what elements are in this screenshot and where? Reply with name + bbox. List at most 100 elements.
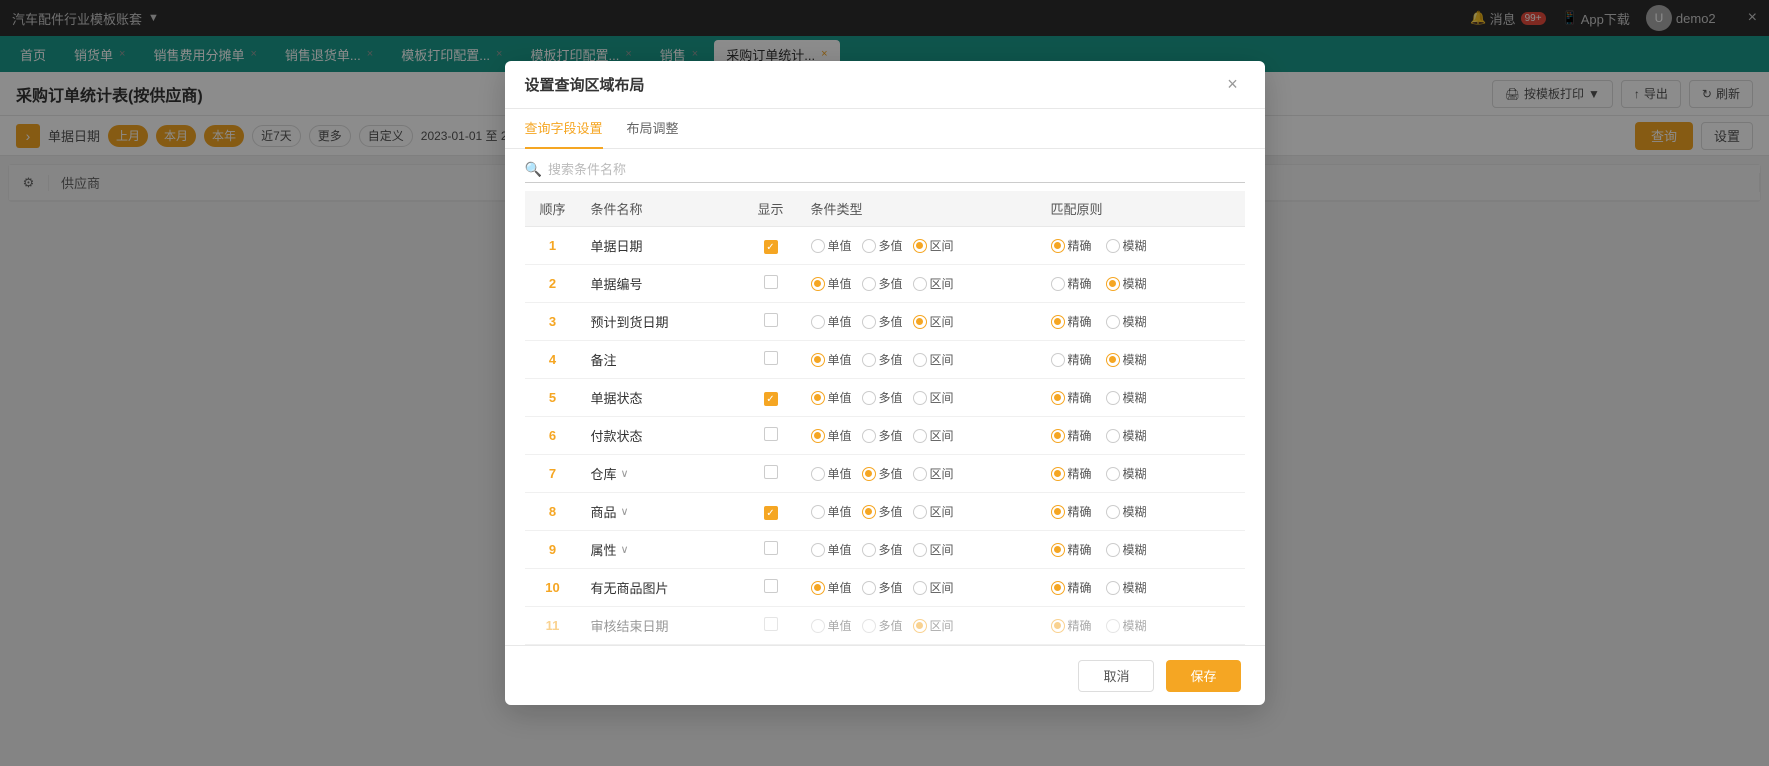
display-checkbox[interactable] bbox=[764, 275, 778, 289]
radio-type-type_range[interactable]: 区间 bbox=[913, 427, 954, 444]
display-checkbox[interactable] bbox=[764, 427, 778, 441]
radio-type-type_range[interactable]: 区间 bbox=[913, 541, 954, 558]
radio-type-type_multi[interactable]: 多值 bbox=[862, 617, 903, 634]
radio-label: 多值 bbox=[879, 465, 903, 482]
cell-display[interactable] bbox=[741, 227, 801, 265]
cell-display[interactable] bbox=[741, 379, 801, 417]
radio-type-type_multi[interactable]: 多值 bbox=[862, 503, 903, 520]
radio-dot bbox=[811, 315, 825, 329]
tab-layout-adjust[interactable]: 布局调整 bbox=[627, 109, 679, 149]
cell-match: 精确模糊 bbox=[1041, 227, 1245, 265]
radio-type-type_multi[interactable]: 多值 bbox=[862, 351, 903, 368]
radio-match-match_exact[interactable]: 精确 bbox=[1051, 465, 1092, 482]
radio-type-type_multi[interactable]: 多值 bbox=[862, 541, 903, 558]
radio-match-match_fuzzy[interactable]: 模糊 bbox=[1106, 389, 1147, 406]
radio-type-type_range[interactable]: 区间 bbox=[913, 313, 954, 330]
cell-display[interactable] bbox=[741, 341, 801, 379]
radio-type-type_range[interactable]: 区间 bbox=[913, 275, 954, 292]
radio-match-match_fuzzy[interactable]: 模糊 bbox=[1106, 351, 1147, 368]
radio-type-type_multi[interactable]: 多值 bbox=[862, 313, 903, 330]
radio-match-match_fuzzy[interactable]: 模糊 bbox=[1106, 237, 1147, 254]
radio-label: 区间 bbox=[930, 579, 954, 596]
cell-display[interactable] bbox=[741, 265, 801, 303]
radio-type-type_single[interactable]: 单值 bbox=[811, 503, 852, 520]
radio-type-type_range[interactable]: 区间 bbox=[913, 503, 954, 520]
radio-dot bbox=[1106, 353, 1120, 367]
radio-match-match_exact[interactable]: 精确 bbox=[1051, 351, 1092, 368]
radio-match-match_fuzzy[interactable]: 模糊 bbox=[1106, 275, 1147, 292]
radio-type-type_range[interactable]: 区间 bbox=[913, 465, 954, 482]
radio-type-type_multi[interactable]: 多值 bbox=[862, 237, 903, 254]
radio-match-match_fuzzy[interactable]: 模糊 bbox=[1106, 503, 1147, 520]
radio-match-match_exact[interactable]: 精确 bbox=[1051, 313, 1092, 330]
cancel-btn[interactable]: 取消 bbox=[1078, 660, 1154, 692]
radio-type-type_multi[interactable]: 多值 bbox=[862, 275, 903, 292]
radio-type-type_single[interactable]: 单值 bbox=[811, 617, 852, 634]
tab-field-settings[interactable]: 查询字段设置 bbox=[525, 109, 603, 149]
cell-type: 单值多值区间 bbox=[801, 341, 1041, 379]
radio-match-match_fuzzy[interactable]: 模糊 bbox=[1106, 579, 1147, 596]
radio-type-type_range[interactable]: 区间 bbox=[913, 617, 954, 634]
cell-display[interactable] bbox=[741, 417, 801, 455]
radio-type-type_range[interactable]: 区间 bbox=[913, 237, 954, 254]
radio-type-type_single[interactable]: 单值 bbox=[811, 275, 852, 292]
radio-match-match_exact[interactable]: 精确 bbox=[1051, 427, 1092, 444]
display-checkbox[interactable] bbox=[764, 351, 778, 365]
radio-match-match_exact[interactable]: 精确 bbox=[1051, 237, 1092, 254]
radio-dot bbox=[862, 239, 876, 253]
radio-match-match_fuzzy[interactable]: 模糊 bbox=[1106, 617, 1147, 634]
display-checkbox[interactable] bbox=[764, 240, 778, 254]
radio-label: 多值 bbox=[879, 427, 903, 444]
cell-display[interactable] bbox=[741, 607, 801, 645]
radio-type-type_single[interactable]: 单值 bbox=[811, 579, 852, 596]
cell-seq: 2 bbox=[525, 265, 581, 303]
radio-match-match_exact[interactable]: 精确 bbox=[1051, 503, 1092, 520]
radio-match-match_fuzzy[interactable]: 模糊 bbox=[1106, 465, 1147, 482]
radio-label: 多值 bbox=[879, 541, 903, 558]
radio-type-type_single[interactable]: 单值 bbox=[811, 541, 852, 558]
radio-match-match_exact[interactable]: 精确 bbox=[1051, 275, 1092, 292]
save-btn[interactable]: 保存 bbox=[1166, 660, 1240, 692]
radio-type-type_single[interactable]: 单值 bbox=[811, 389, 852, 406]
radio-label: 区间 bbox=[930, 503, 954, 520]
radio-type-type_single[interactable]: 单值 bbox=[811, 237, 852, 254]
radio-match-match_exact[interactable]: 精确 bbox=[1051, 617, 1092, 634]
radio-match-match_fuzzy[interactable]: 模糊 bbox=[1106, 541, 1147, 558]
search-input[interactable] bbox=[548, 162, 748, 177]
radio-match-match_exact[interactable]: 精确 bbox=[1051, 389, 1092, 406]
cell-display[interactable] bbox=[741, 303, 801, 341]
cell-display[interactable] bbox=[741, 531, 801, 569]
radio-type-type_range[interactable]: 区间 bbox=[913, 389, 954, 406]
radio-match-match_exact[interactable]: 精确 bbox=[1051, 579, 1092, 596]
display-checkbox[interactable] bbox=[764, 506, 778, 520]
radio-type-type_multi[interactable]: 多值 bbox=[862, 579, 903, 596]
cell-seq: 10 bbox=[525, 569, 581, 607]
radio-label: 单值 bbox=[828, 389, 852, 406]
radio-type-type_single[interactable]: 单值 bbox=[811, 313, 852, 330]
radio-type-type_multi[interactable]: 多值 bbox=[862, 465, 903, 482]
display-checkbox[interactable] bbox=[764, 313, 778, 327]
cell-display[interactable] bbox=[741, 493, 801, 531]
radio-type-type_single[interactable]: 单值 bbox=[811, 465, 852, 482]
cell-display[interactable] bbox=[741, 455, 801, 493]
cell-type: 单值 多值区间 bbox=[801, 531, 1041, 569]
radio-type-type_range[interactable]: 区间 bbox=[913, 579, 954, 596]
display-checkbox[interactable] bbox=[764, 579, 778, 593]
display-checkbox[interactable] bbox=[764, 465, 778, 479]
radio-type-type_multi[interactable]: 多值 bbox=[862, 389, 903, 406]
radio-type-type_single[interactable]: 单值 bbox=[811, 351, 852, 368]
dialog-close-btn[interactable]: × bbox=[1221, 72, 1245, 96]
radio-type-type_multi[interactable]: 多值 bbox=[862, 427, 903, 444]
cell-display[interactable] bbox=[741, 569, 801, 607]
radio-match-match_fuzzy[interactable]: 模糊 bbox=[1106, 313, 1147, 330]
radio-type-type_single[interactable]: 单值 bbox=[811, 427, 852, 444]
cell-seq: 9 bbox=[525, 531, 581, 569]
radio-type-type_range[interactable]: 区间 bbox=[913, 351, 954, 368]
display-checkbox[interactable] bbox=[764, 541, 778, 555]
radio-dot bbox=[913, 315, 927, 329]
radio-dot bbox=[1051, 467, 1065, 481]
radio-match-match_fuzzy[interactable]: 模糊 bbox=[1106, 427, 1147, 444]
display-checkbox[interactable] bbox=[764, 392, 778, 406]
radio-match-match_exact[interactable]: 精确 bbox=[1051, 541, 1092, 558]
display-checkbox[interactable] bbox=[764, 617, 778, 631]
